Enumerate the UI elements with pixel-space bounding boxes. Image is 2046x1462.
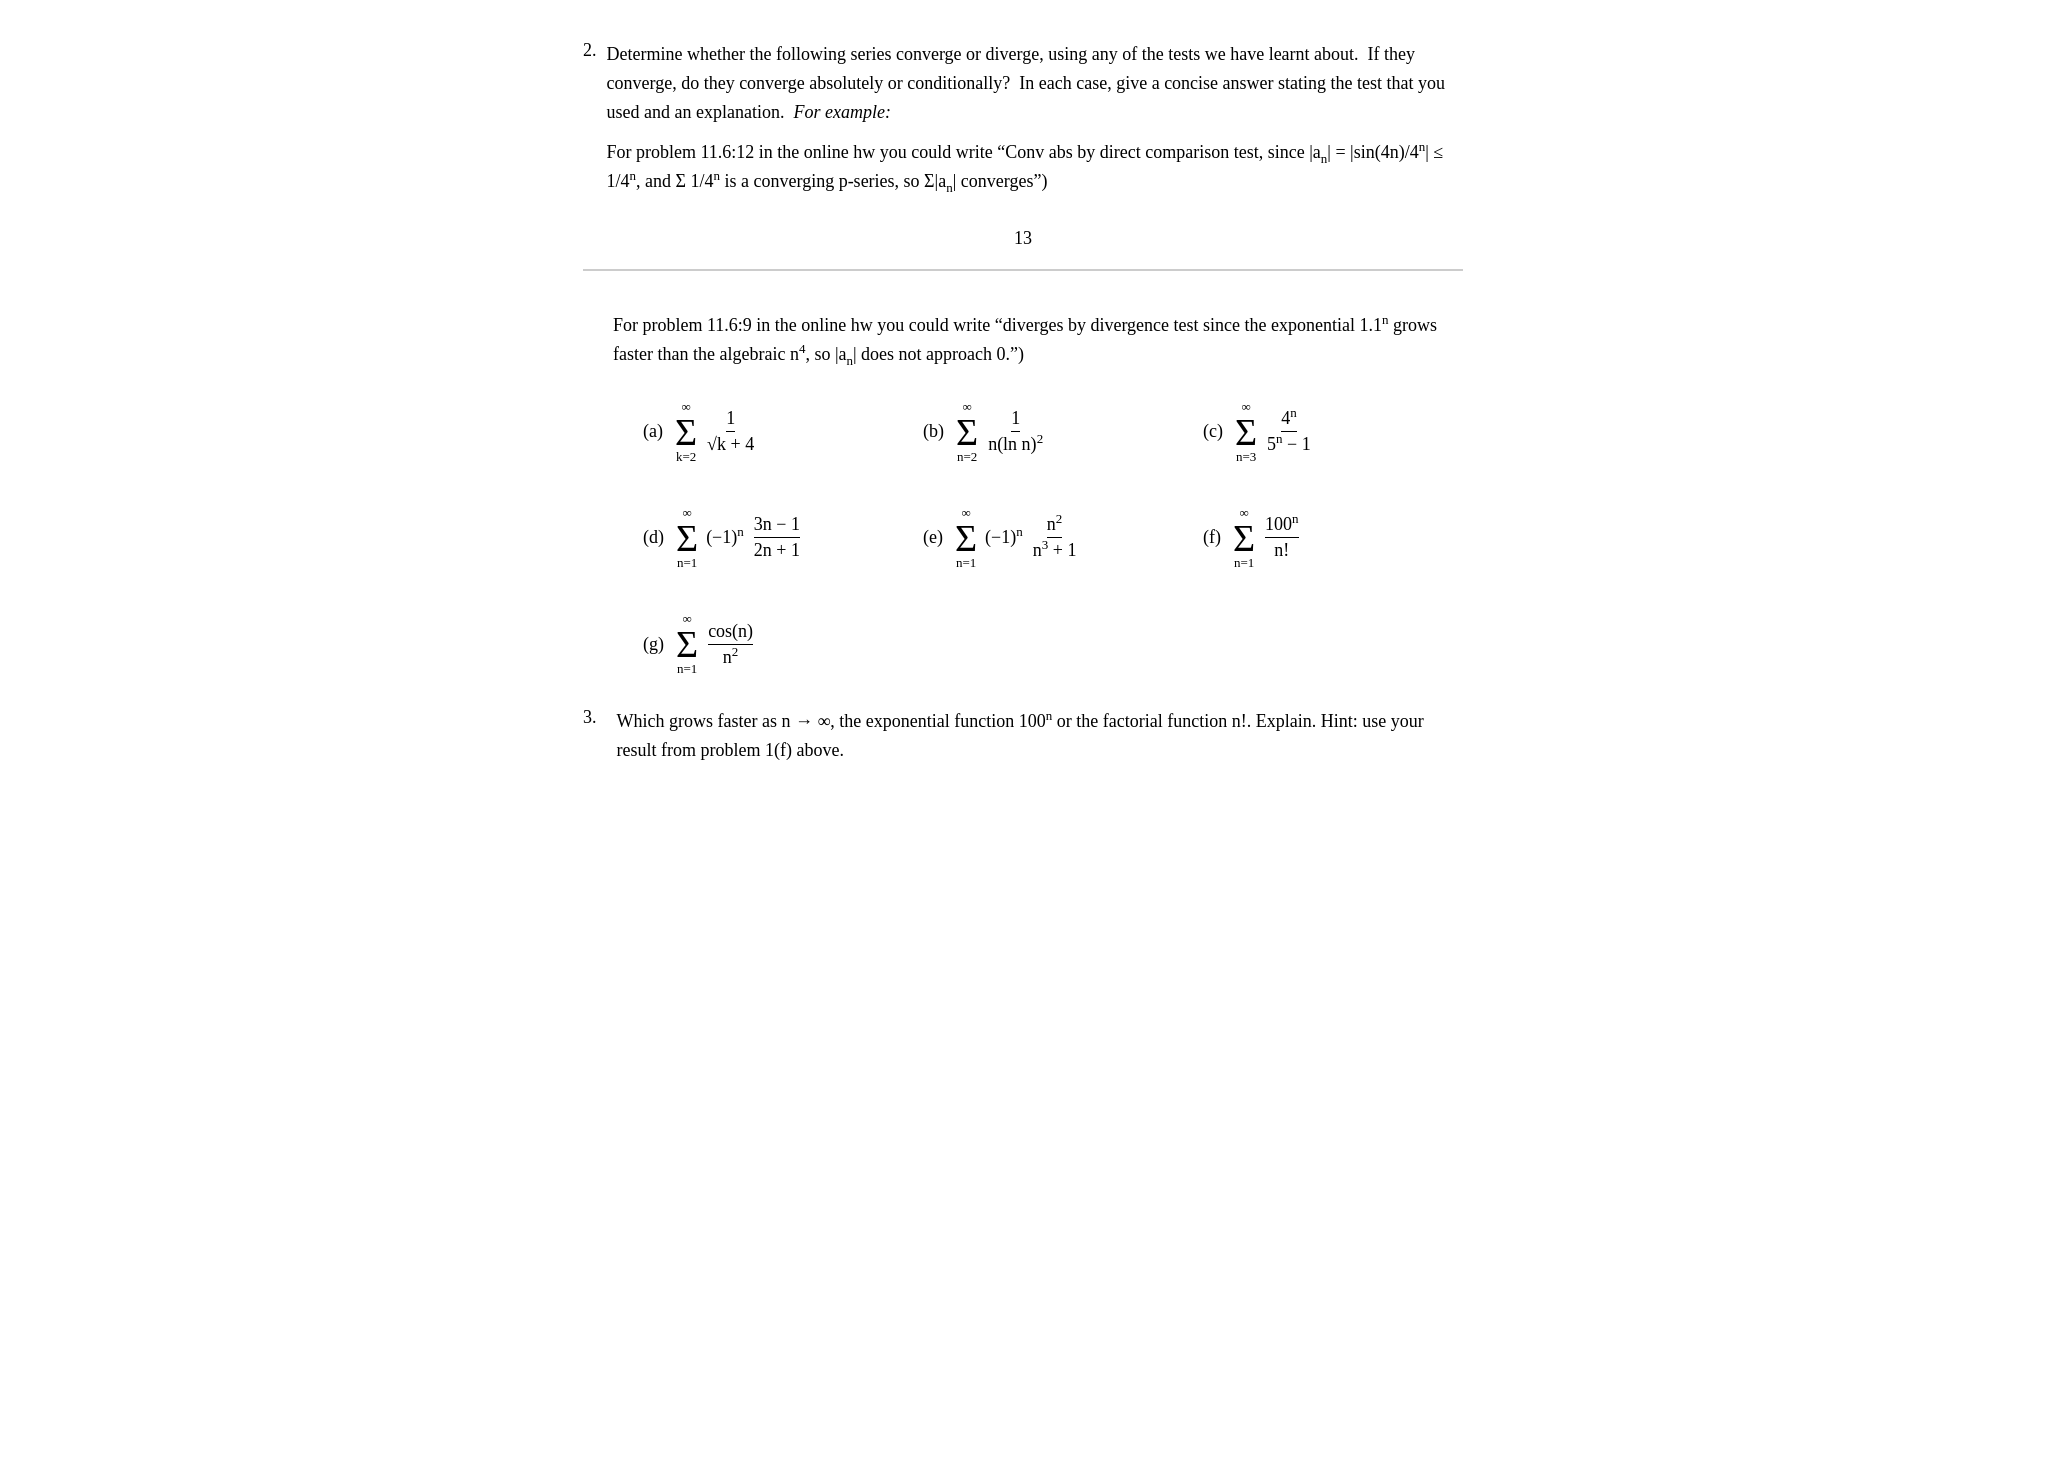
series-f-fraction: 100n n! (1265, 514, 1299, 561)
series-c: (c) ∞ Σ n=3 4n 5n − 1 (1203, 399, 1463, 465)
problem-3-number: 3. Which grows faster as n → ∞, the expo… (583, 707, 1463, 777)
series-e: (e) ∞ Σ n=1 (−1)n n2 n3 + 1 (923, 505, 1183, 571)
series-d-denominator: 2n + 1 (754, 538, 800, 561)
series-g-label: (g) (643, 634, 664, 655)
series-b-sub: n=2 (957, 449, 977, 465)
series-a: (a) ∞ Σ k=2 1 √k + 4 (643, 399, 903, 465)
series-a-sub: k=2 (676, 449, 696, 465)
series-d-label: (d) (643, 527, 664, 548)
series-b-label: (b) (923, 421, 944, 442)
series-f: (f) ∞ Σ n=1 100n n! (1203, 505, 1463, 571)
series-e-numerator: n2 (1047, 514, 1063, 538)
series-b-denominator: n(ln n)2 (988, 432, 1043, 455)
series-f-sub: n=1 (1234, 555, 1254, 571)
series-d-coeff: (−1)n (706, 527, 744, 548)
series-a-sigma: ∞ Σ k=2 (675, 399, 697, 465)
series-a-denominator: √k + 4 (707, 432, 754, 455)
series-e-sub: n=1 (956, 555, 976, 571)
series-f-sigma-symbol: Σ (1233, 521, 1255, 555)
series-grid: (a) ∞ Σ k=2 1 √k + 4 (b) ∞ Σ n=2 1 n(ln … (643, 399, 1463, 678)
series-e-fraction: n2 n3 + 1 (1033, 514, 1077, 561)
series-c-numerator: 4n (1281, 408, 1297, 432)
series-g-denominator: n2 (723, 645, 739, 668)
series-c-sigma: ∞ Σ n=3 (1235, 399, 1257, 465)
page-number: 13 (583, 228, 1463, 249)
problem-2-number: 2. Determine whether the following serie… (583, 40, 1463, 208)
series-g-numerator: cos(n) (708, 621, 753, 645)
series-d-numerator: 3n − 1 (754, 514, 800, 538)
series-a-label: (a) (643, 421, 663, 442)
series-a-sigma-symbol: Σ (675, 415, 697, 449)
series-b-numerator: 1 (1011, 408, 1020, 432)
number-label: 2. (583, 40, 597, 208)
series-f-denominator: n! (1274, 538, 1289, 561)
series-d: (d) ∞ Σ n=1 (−1)n 3n − 1 2n + 1 (643, 505, 903, 571)
series-a-fraction: 1 √k + 4 (707, 408, 754, 455)
series-b-sigma: ∞ Σ n=2 (956, 399, 978, 465)
problem-3-text: Which grows faster as n → ∞, the exponen… (617, 707, 1464, 765)
section-divider (583, 269, 1463, 271)
series-g-sigma-symbol: Σ (676, 627, 698, 661)
series-e-sigma-symbol: Σ (955, 521, 977, 555)
series-d-sigma-symbol: Σ (676, 521, 698, 555)
series-b-fraction: 1 n(ln n)2 (988, 408, 1043, 455)
problem-2-example: For problem 11.6:12 in the online hw you… (607, 138, 1464, 196)
problem-3-label: 3. (583, 707, 597, 777)
series-g-sigma: ∞ Σ n=1 (676, 611, 698, 677)
series-e-sigma: ∞ Σ n=1 (955, 505, 977, 571)
series-e-label: (e) (923, 527, 943, 548)
series-e-denominator: n3 + 1 (1033, 538, 1077, 561)
series-c-sub: n=3 (1236, 449, 1256, 465)
series-b: (b) ∞ Σ n=2 1 n(ln n)2 (923, 399, 1183, 465)
series-e-coeff: (−1)n (985, 527, 1023, 548)
series-f-sigma: ∞ Σ n=1 (1233, 505, 1255, 571)
series-g-sub: n=1 (677, 661, 697, 677)
series-c-fraction: 4n 5n − 1 (1267, 408, 1311, 455)
series-c-denominator: 5n − 1 (1267, 432, 1311, 455)
series-b-sigma-symbol: Σ (956, 415, 978, 449)
series-c-sigma-symbol: Σ (1235, 415, 1257, 449)
series-c-label: (c) (1203, 421, 1223, 442)
series-f-label: (f) (1203, 527, 1221, 548)
series-d-sigma: ∞ Σ n=1 (676, 505, 698, 571)
for-example: For example: (793, 102, 890, 122)
series-g: (g) ∞ Σ n=1 cos(n) n2 (643, 611, 903, 677)
series-a-numerator: 1 (726, 408, 735, 432)
series-d-fraction: 3n − 1 2n + 1 (754, 514, 800, 561)
problem-2-text1: Determine whether the following series c… (607, 40, 1464, 126)
series-g-fraction: cos(n) n2 (708, 621, 753, 668)
series-f-numerator: 100n (1265, 514, 1299, 538)
problem-3: 3. Which grows faster as n → ∞, the expo… (583, 707, 1463, 777)
problem-2: 2. Determine whether the following serie… (583, 40, 1463, 677)
series-d-sub: n=1 (677, 555, 697, 571)
problem-2-example2: For problem 11.6:9 in the online hw you … (613, 311, 1463, 369)
problem-2-body: Determine whether the following series c… (607, 40, 1464, 208)
